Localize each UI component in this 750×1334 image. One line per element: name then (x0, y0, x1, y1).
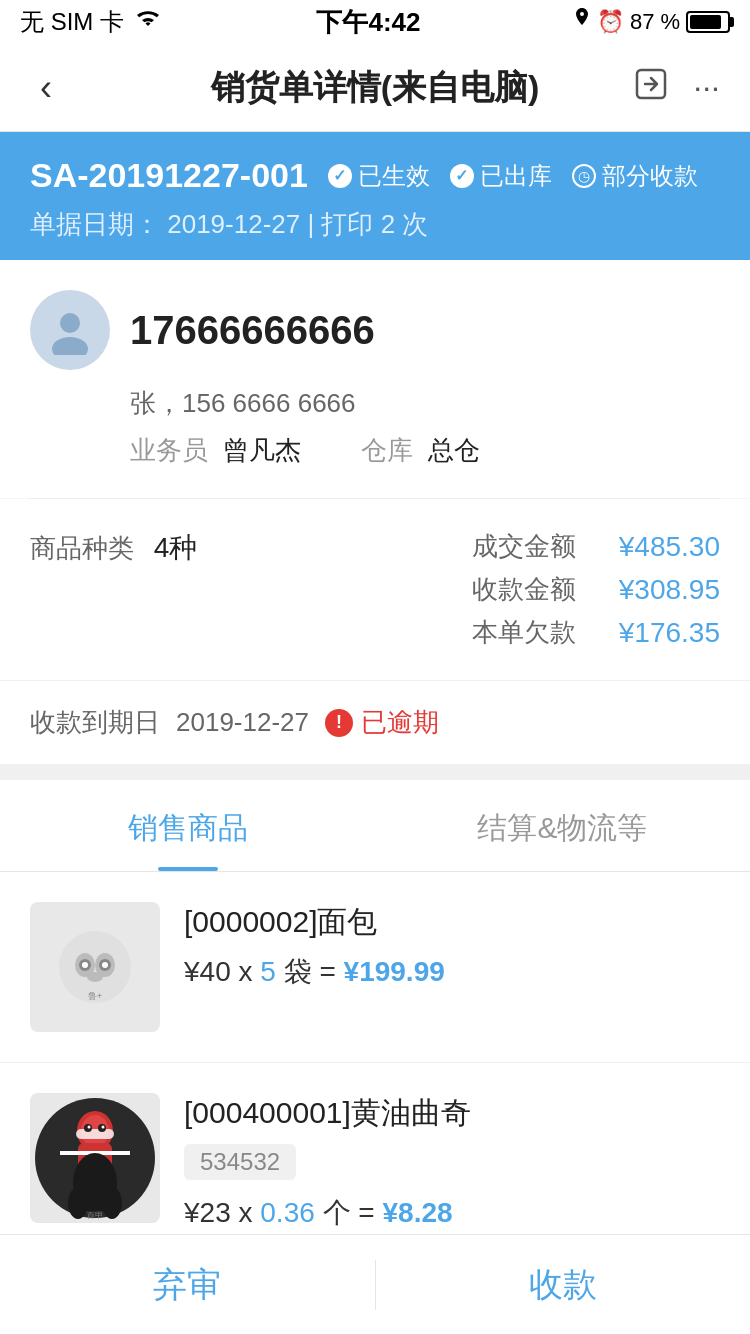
confirm-button[interactable]: 收款 (376, 1242, 751, 1328)
back-button[interactable]: ‹ (30, 57, 62, 119)
wifi-icon (132, 8, 164, 36)
location-icon (573, 8, 591, 36)
product-price-cookies: ¥23 x 0.36 个 = ¥8.28 (184, 1194, 720, 1232)
stats-left: 商品种类 4种 (30, 529, 197, 567)
bottom-bar: 弃审 收款 (0, 1234, 750, 1334)
badge-active: ✓ 已生效 (328, 160, 430, 192)
svg-point-8 (82, 962, 88, 968)
svg-point-2 (52, 337, 88, 355)
customer-phone: 17666666666 (130, 308, 375, 353)
svg-rect-21 (76, 1129, 114, 1139)
badge-partial: ◷ 部分收款 (572, 160, 698, 192)
stats-right: 成交金额 ¥485.30 收款金额 ¥308.95 本单欠款 ¥176.35 (472, 529, 720, 650)
share-icon[interactable] (633, 66, 669, 110)
due-label: 收款到期日 (30, 705, 160, 740)
carrier-label: 无 SIM 卡 (20, 6, 124, 38)
battery-icon (686, 11, 730, 33)
check-icon-active: ✓ (328, 164, 352, 188)
product-item-cookies: 百甲 [000400001]黄油曲奇 534532 ¥23 x 0.36 个 =… (0, 1063, 750, 1263)
product-batch-cookies: 534532 (184, 1144, 296, 1180)
svg-text:鲁+: 鲁+ (88, 991, 102, 1001)
divider-main (0, 764, 750, 780)
status-bar: 无 SIM 卡 下午4:42 ⏰ 87 % (0, 0, 750, 44)
product-info-cookies: [000400001]黄油曲奇 534532 ¥23 x 0.36 个 = ¥8… (184, 1093, 720, 1232)
overdue-dot-icon: ! (325, 709, 353, 737)
clock-icon: ◷ (572, 164, 596, 188)
product-name-bread: [0000002]面包 (184, 902, 720, 943)
more-icon[interactable]: ··· (693, 69, 720, 106)
status-left: 无 SIM 卡 (20, 6, 164, 38)
status-right: ⏰ 87 % (573, 8, 730, 36)
order-header: SA-20191227-001 ✓ 已生效 ✓ 已出库 ◷ 部分收款 单据日期：… (0, 132, 750, 260)
svg-point-24 (88, 1126, 91, 1129)
product-name-cookies: [000400001]黄油曲奇 (184, 1093, 720, 1134)
avatar (30, 290, 110, 370)
svg-point-10 (87, 972, 103, 982)
battery-percent: 87 (630, 9, 654, 35)
warehouse-info: 仓库 总仓 (361, 433, 480, 468)
customer-section: 17666666666 张，156 6666 6666 业务员 曾凡杰 仓库 总… (0, 260, 750, 498)
svg-point-25 (102, 1126, 105, 1129)
order-header-top: SA-20191227-001 ✓ 已生效 ✓ 已出库 ◷ 部分收款 (30, 156, 720, 195)
tabs-section: 销售商品 结算&物流等 (0, 780, 750, 872)
check-icon-shipped: ✓ (450, 164, 474, 188)
product-info-bread: [0000002]面包 ¥40 x 5 袋 = ¥199.99 (184, 902, 720, 991)
svg-point-1 (60, 313, 80, 333)
tab-settlement[interactable]: 结算&物流等 (375, 780, 750, 871)
nav-bar: ‹ 销货单详情(来自电脑) ··· (0, 44, 750, 132)
nav-actions: ··· (633, 66, 720, 110)
product-thumb-cookies: 百甲 (30, 1093, 160, 1223)
customer-top: 17666666666 (30, 290, 720, 370)
deal-amount-row: 成交金额 ¥485.30 (472, 529, 720, 564)
salesperson-info: 业务员 曾凡杰 (130, 433, 301, 468)
status-time: 下午4:42 (316, 5, 420, 40)
overdue-badge: ! 已逾期 (325, 705, 439, 740)
badge-shipped: ✓ 已出库 (450, 160, 552, 192)
overdue-text: 已逾期 (361, 705, 439, 740)
svg-point-19 (68, 1187, 88, 1219)
tabs-bar: 销售商品 结算&物流等 (0, 780, 750, 872)
tab-products[interactable]: 销售商品 (0, 780, 375, 871)
customer-name: 张，156 6666 6666 (30, 386, 720, 421)
product-price-bread: ¥40 x 5 袋 = ¥199.99 (184, 953, 720, 991)
product-item-bread: 鲁+ [0000002]面包 ¥40 x 5 袋 = ¥199.99 (0, 872, 750, 1063)
order-id: SA-20191227-001 (30, 156, 308, 195)
order-date-line: 单据日期： 2019-12-27 | 打印 2 次 (30, 207, 720, 242)
svg-point-20 (102, 1187, 122, 1219)
battery-percent-sign: % (660, 9, 680, 35)
alarm-icon: ⏰ (597, 9, 624, 35)
page-title: 销货单详情(来自电脑) (211, 65, 540, 111)
cancel-button[interactable]: 弃审 (0, 1242, 375, 1328)
product-list: 鲁+ [0000002]面包 ¥40 x 5 袋 = ¥199.99 (0, 872, 750, 1263)
svg-point-9 (102, 962, 108, 968)
due-date-value: 2019-12-27 (176, 707, 309, 738)
due-date-section: 收款到期日 2019-12-27 ! 已逾期 (0, 680, 750, 764)
received-row: 收款金额 ¥308.95 (472, 572, 720, 607)
product-thumb-bread: 鲁+ (30, 902, 160, 1032)
svg-text:百甲: 百甲 (87, 1211, 103, 1220)
customer-meta: 业务员 曾凡杰 仓库 总仓 (30, 433, 720, 468)
stats-section: 商品种类 4种 成交金额 ¥485.30 收款金额 ¥308.95 本单欠款 ¥… (0, 499, 750, 680)
owed-row: 本单欠款 ¥176.35 (472, 615, 720, 650)
